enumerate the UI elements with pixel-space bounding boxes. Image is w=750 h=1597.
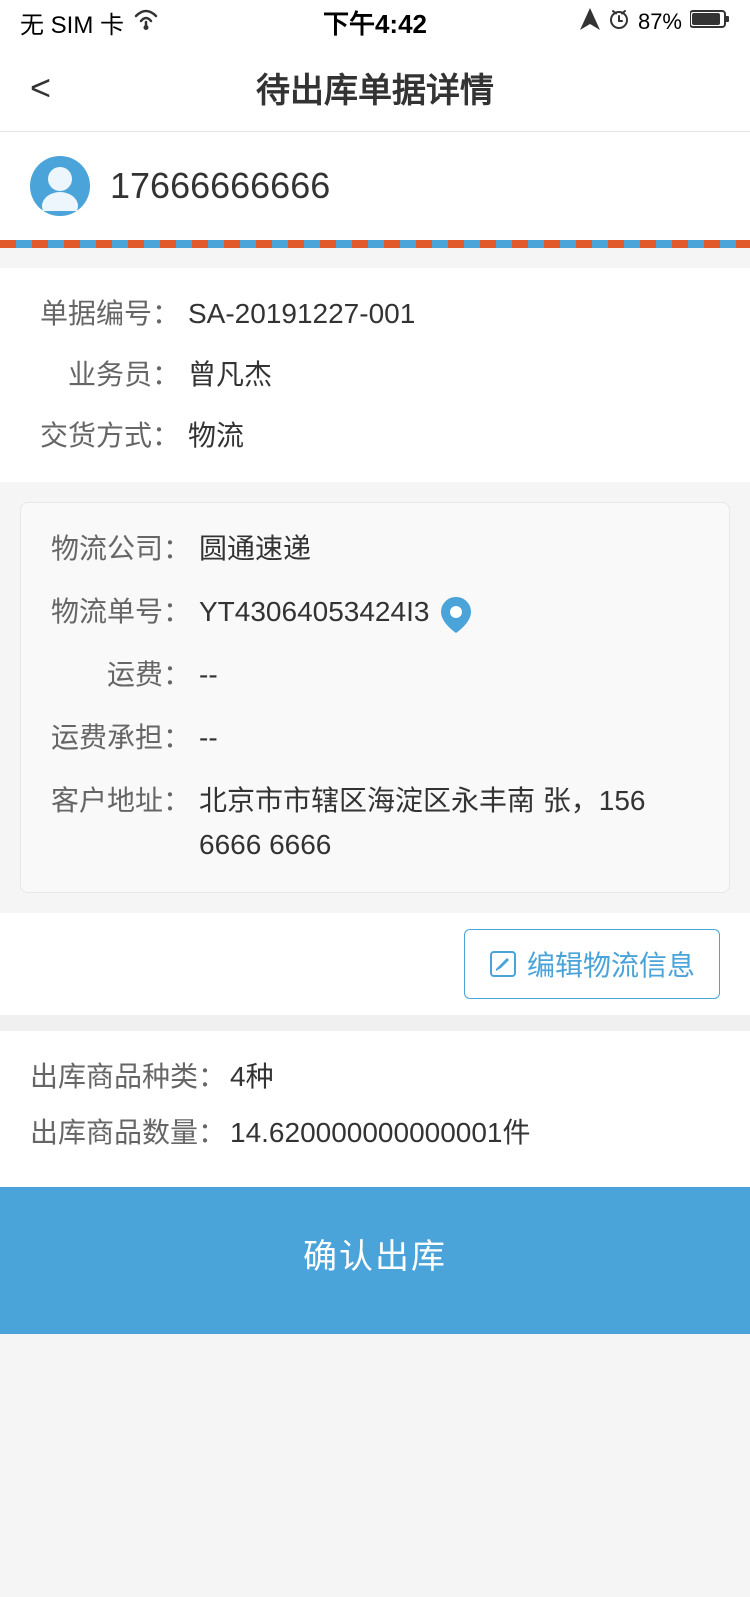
edit-logistics-label: 编辑物流信息 bbox=[527, 944, 695, 984]
status-time: 下午4:42 bbox=[323, 4, 427, 41]
freight-label: 运费： bbox=[41, 653, 191, 698]
delivery-row: 交货方式： 物流 bbox=[30, 414, 720, 459]
order-info-section: 单据编号： SA-20191227-001 业务员： 曾凡杰 交货方式： 物流 bbox=[0, 268, 750, 482]
product-quantity-label: 出库商品数量： bbox=[30, 1111, 230, 1151]
freight-bear-row: 运费承担： -- bbox=[41, 716, 709, 761]
freight-row: 运费： -- bbox=[41, 653, 709, 698]
status-bar: 无 SIM 卡 下午4:42 87% bbox=[0, 0, 750, 44]
location-pin-button[interactable] bbox=[439, 595, 475, 631]
status-left: 无 SIM 卡 bbox=[20, 5, 160, 40]
section-divider bbox=[0, 1015, 750, 1031]
tracking-value: YT43064053424I3 bbox=[191, 590, 709, 635]
content: 17666666666 单据编号： SA-20191227-001 业务员： 曾… bbox=[0, 132, 750, 1597]
staff-label: 业务员： bbox=[30, 353, 180, 398]
logistics-company-row: 物流公司： 圆通速递 bbox=[41, 527, 709, 572]
edit-icon bbox=[489, 950, 517, 978]
product-quantity-row: 出库商品数量： 14.620000000000001件 bbox=[30, 1111, 720, 1151]
tracking-number: YT43064053424I3 bbox=[199, 590, 429, 635]
address-row: 客户地址： 北京市市辖区海淀区永丰南 张，156 6666 6666 bbox=[41, 779, 709, 869]
staff-row: 业务员： 曾凡杰 bbox=[30, 353, 720, 398]
back-button[interactable]: < bbox=[30, 67, 51, 109]
logistics-company-value: 圆通速递 bbox=[191, 527, 709, 572]
delivery-label: 交货方式： bbox=[30, 414, 180, 459]
address-label: 客户地址： bbox=[41, 779, 191, 824]
product-type-label: 出库商品种类： bbox=[30, 1055, 230, 1095]
page-title: 待出库单据详情 bbox=[256, 63, 494, 112]
confirm-outbound-button[interactable]: 确认出库 bbox=[30, 1207, 720, 1300]
product-type-value: 4种 bbox=[230, 1055, 274, 1095]
staff-value: 曾凡杰 bbox=[180, 353, 720, 398]
freight-bear-label: 运费承担： bbox=[41, 716, 191, 761]
battery-icon bbox=[690, 9, 730, 35]
wifi-icon bbox=[132, 8, 160, 37]
document-number-row: 单据编号： SA-20191227-001 bbox=[30, 292, 720, 337]
status-right: 87% bbox=[580, 8, 730, 36]
carrier-text: 无 SIM 卡 bbox=[20, 5, 124, 40]
delivery-value: 物流 bbox=[180, 414, 720, 459]
document-number-value: SA-20191227-001 bbox=[180, 292, 720, 337]
user-phone: 17666666666 bbox=[110, 165, 330, 207]
user-section: 17666666666 bbox=[0, 132, 750, 240]
tracking-label: 物流单号： bbox=[41, 590, 191, 635]
product-quantity-value: 14.620000000000001件 bbox=[230, 1111, 531, 1151]
edit-logistics-container: 编辑物流信息 bbox=[0, 913, 750, 1015]
logistics-section: 物流公司： 圆通速递 物流单号： YT43064053424I3 运费： -- … bbox=[20, 502, 730, 893]
document-number-label: 单据编号： bbox=[30, 292, 180, 337]
edit-logistics-button[interactable]: 编辑物流信息 bbox=[464, 929, 720, 999]
tracking-row: 物流单号： YT43064053424I3 bbox=[41, 590, 709, 635]
logistics-company-label: 物流公司： bbox=[41, 527, 191, 572]
product-type-row: 出库商品种类： 4种 bbox=[30, 1055, 720, 1095]
freight-bear-value: -- bbox=[191, 716, 709, 761]
address-value: 北京市市辖区海淀区永丰南 张，156 6666 6666 bbox=[191, 779, 709, 869]
gps-icon bbox=[580, 8, 600, 36]
confirm-button-container: 确认出库 bbox=[0, 1187, 750, 1334]
avatar bbox=[30, 156, 90, 216]
battery-percentage: 87% bbox=[638, 9, 682, 35]
product-section: 出库商品种类： 4种 出库商品数量： 14.620000000000001件 bbox=[0, 1031, 750, 1175]
dashed-divider bbox=[0, 240, 750, 248]
freight-value: -- bbox=[191, 653, 709, 698]
alarm-icon bbox=[608, 8, 630, 36]
nav-bar: < 待出库单据详情 bbox=[0, 44, 750, 132]
